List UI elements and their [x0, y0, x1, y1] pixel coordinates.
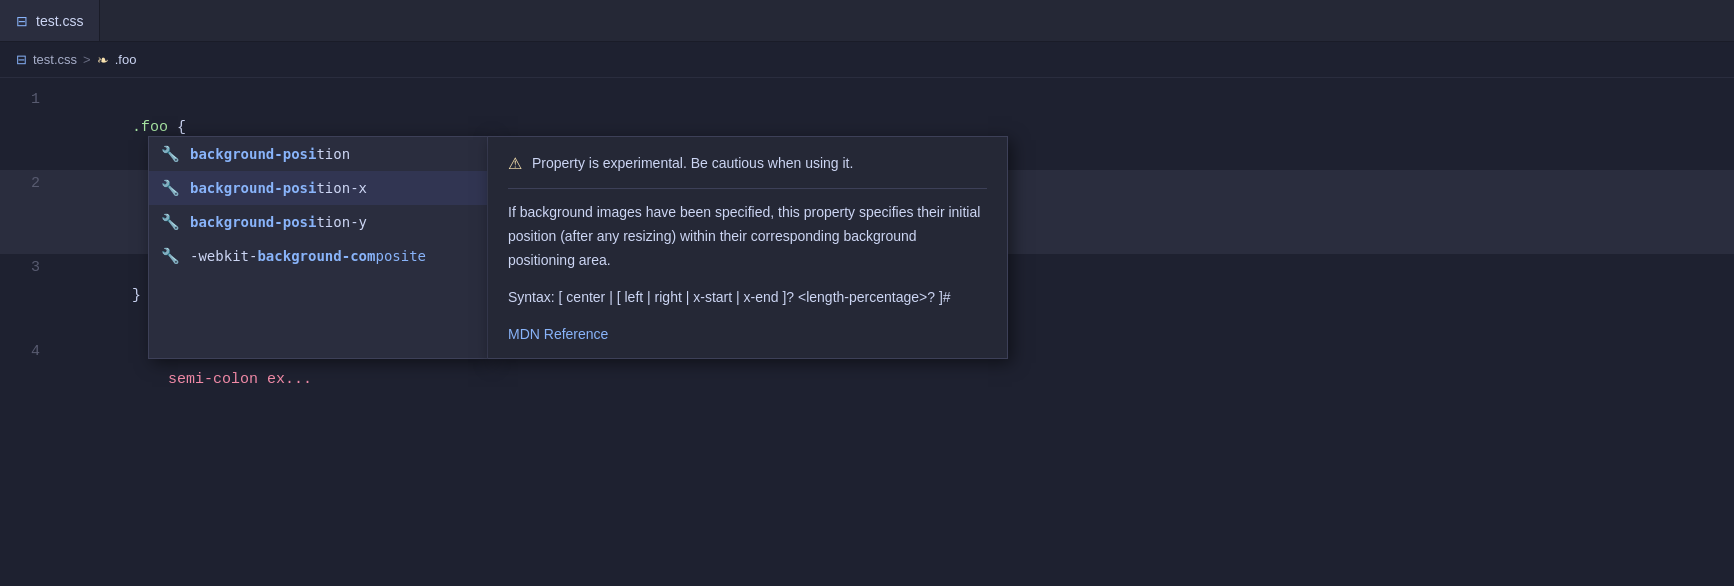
- breadcrumb-separator: >: [83, 52, 91, 67]
- match-bold-2: background-posi: [190, 180, 316, 196]
- breadcrumb-bar: ⊟ test.css > ❧ .foo: [0, 42, 1734, 78]
- breadcrumb-class-icon: ❧: [97, 52, 109, 68]
- warning-triangle-icon: ⚠: [508, 154, 522, 173]
- code-error-2: semi-colon ex...: [132, 371, 312, 388]
- line-number-3: 3: [0, 254, 60, 282]
- code-selector: .foo: [132, 119, 177, 136]
- syntax-label: Syntax:: [508, 289, 555, 305]
- autocomplete-text-1: background-position: [190, 146, 350, 162]
- line-number-4: 4: [0, 338, 60, 366]
- mdn-reference-link[interactable]: MDN Reference: [508, 326, 608, 342]
- breadcrumb-file-icon: ⊟: [16, 52, 27, 67]
- breadcrumb-file[interactable]: test.css: [33, 52, 77, 67]
- match-suffix-4: posite: [375, 248, 426, 264]
- detail-panel: ⚠ Property is experimental. Be cautious …: [488, 136, 1008, 359]
- detail-description: If background images have been specified…: [508, 201, 987, 272]
- match-bold-1: background-posi: [190, 146, 316, 162]
- webkit-prefix: -webkit-: [190, 248, 257, 264]
- autocomplete-item-4[interactable]: 🔧 -webkit-background-composite: [149, 239, 487, 273]
- divider: [508, 188, 987, 189]
- detail-syntax: Syntax: [ center | [ left | right | x-st…: [508, 286, 987, 310]
- css-file-icon: ⊟: [16, 13, 28, 29]
- match-suffix-2: tion-x: [316, 180, 367, 196]
- autocomplete-item-3[interactable]: 🔧 background-position-y: [149, 205, 487, 239]
- code-brace-open: {: [177, 119, 186, 136]
- wrench-icon-2: 🔧: [161, 179, 180, 198]
- match-suffix-1: tion: [316, 146, 350, 162]
- match-bold-4: background-com: [257, 248, 375, 264]
- autocomplete-text-4: -webkit-background-composite: [190, 248, 426, 264]
- warning-section: ⚠ Property is experimental. Be cautious …: [508, 153, 987, 174]
- autocomplete-list[interactable]: 🔧 background-position 🔧 background-posit…: [148, 136, 488, 359]
- wrench-icon-4: 🔧: [161, 247, 180, 266]
- code-brace-close: }: [132, 287, 141, 304]
- match-suffix-3: tion-y: [316, 214, 367, 230]
- wrench-icon-3: 🔧: [161, 213, 180, 232]
- warning-text: Property is experimental. Be cautious wh…: [532, 153, 853, 174]
- autocomplete-text-2: background-position-x: [190, 180, 367, 196]
- autocomplete-item-2[interactable]: 🔧 background-position-x: [149, 171, 487, 205]
- editor[interactable]: 1 .foo { 2 background-posi 3 } colon exp…: [0, 78, 1734, 430]
- match-bold-3: background-posi: [190, 214, 316, 230]
- autocomplete-text-3: background-position-y: [190, 214, 367, 230]
- syntax-value: [ center | [ left | right | x-start | x-…: [559, 289, 951, 305]
- breadcrumb-class: .foo: [115, 52, 137, 67]
- tab-test-css[interactable]: ⊟ test.css: [0, 0, 100, 41]
- autocomplete-container: 🔧 background-position 🔧 background-posit…: [148, 136, 1008, 359]
- line-number-1: 1: [0, 86, 60, 114]
- autocomplete-item-1[interactable]: 🔧 background-position: [149, 137, 487, 171]
- wrench-icon-1: 🔧: [161, 145, 180, 164]
- tab-label: test.css: [36, 13, 83, 29]
- line-number-2: 2: [0, 170, 60, 198]
- code-area[interactable]: 1 .foo { 2 background-posi 3 } colon exp…: [0, 78, 1734, 430]
- tab-bar: ⊟ test.css: [0, 0, 1734, 42]
